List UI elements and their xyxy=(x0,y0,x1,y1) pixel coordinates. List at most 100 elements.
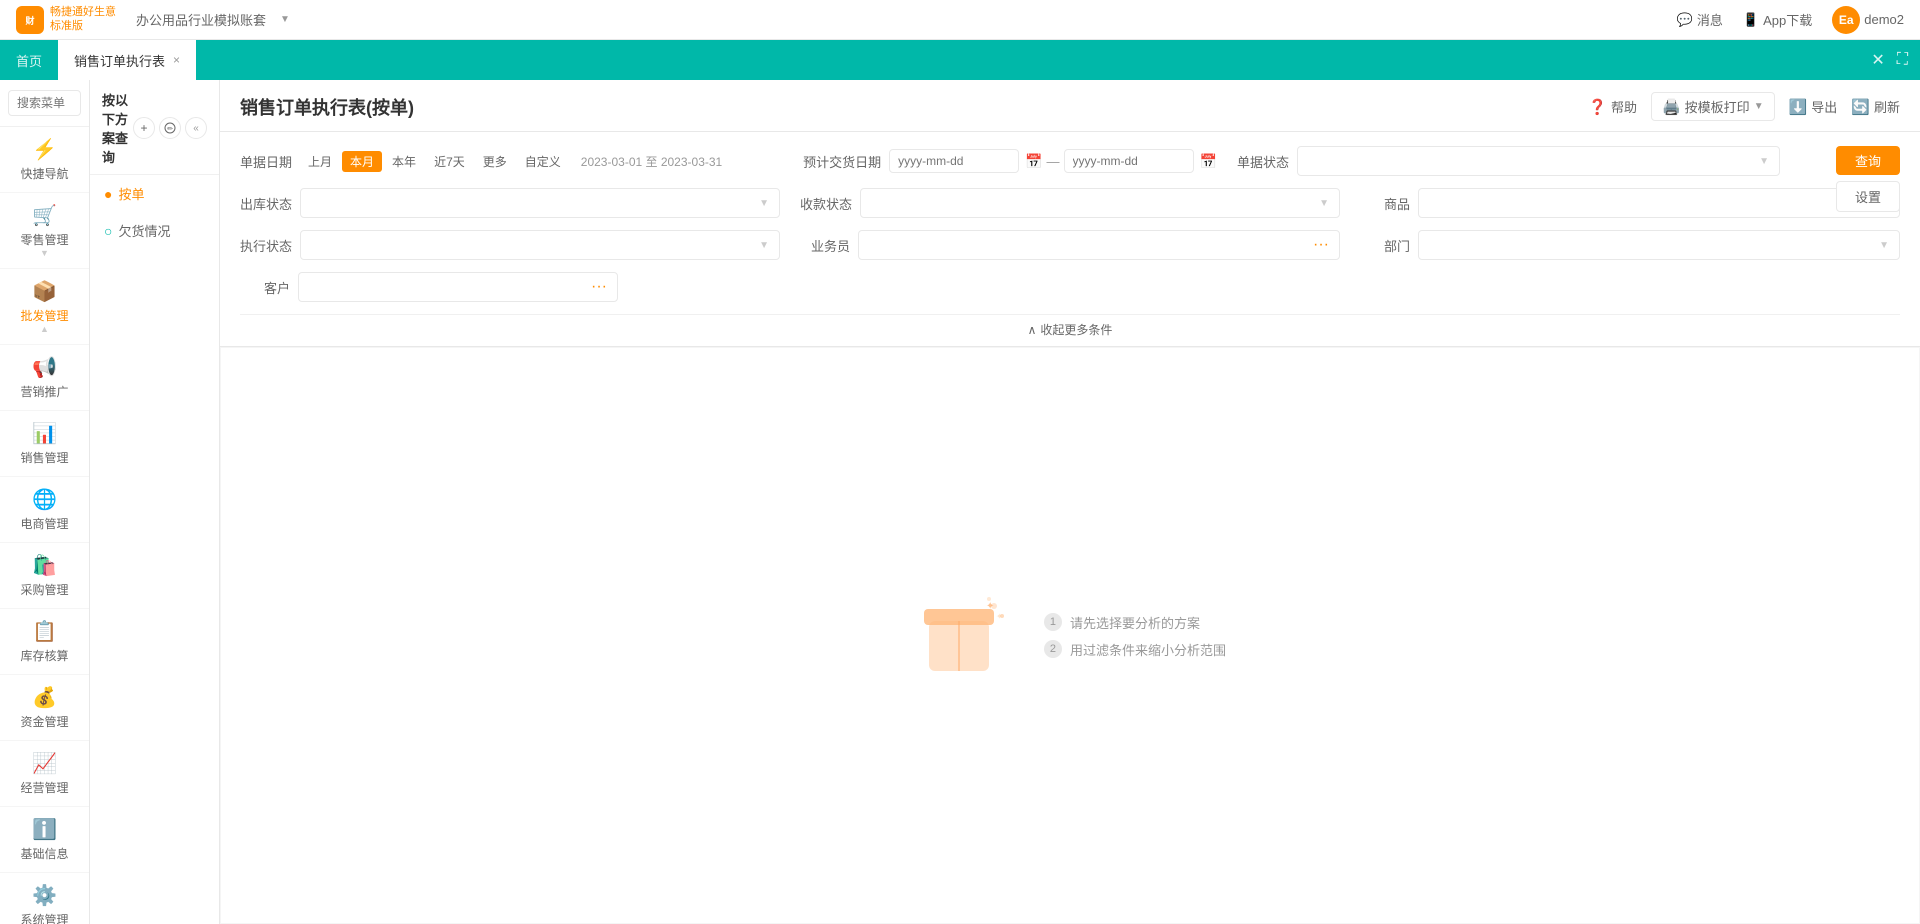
date-label: 单据日期 xyxy=(240,152,292,171)
funds-icon: 💰 xyxy=(32,685,57,710)
department-select[interactable]: ▼ xyxy=(1418,230,1900,260)
sidebar-item-system[interactable]: ⚙️ 系统管理 xyxy=(0,873,89,924)
window-close-btn[interactable]: ✕ xyxy=(1871,50,1884,70)
window-expand-btn[interactable]: ⛶ xyxy=(1897,51,1908,69)
goods-input[interactable]: ··· xyxy=(1418,188,1900,218)
sidebar-item-inventory[interactable]: 📋 库存核算 xyxy=(0,609,89,675)
refresh-btn[interactable]: 🔄 刷新 xyxy=(1851,97,1900,116)
help-btn[interactable]: ❓ 帮助 xyxy=(1588,97,1637,116)
doc-status-select[interactable]: ▼ xyxy=(1297,146,1780,176)
header-left: 财 畅捷通好生意 标准版 办公用品行业模拟账套 ▼ xyxy=(16,6,290,34)
marketing-icon: 📢 xyxy=(32,355,57,380)
collection-select[interactable]: ▼ xyxy=(860,188,1340,218)
empty-tip-1: 1 请先选择要分析的方案 xyxy=(1044,613,1226,632)
top-header: 财 畅捷通好生意 标准版 办公用品行业模拟账套 ▼ 💬 消息 📱 App下载 E… xyxy=(0,0,1920,40)
execution-select[interactable]: ▼ xyxy=(300,230,780,260)
sidebar-item-quick-nav[interactable]: ⚡ 快捷导航 xyxy=(0,127,89,193)
tab-close-btn[interactable]: × xyxy=(173,53,180,67)
shortage-icon: ○ xyxy=(104,223,112,239)
sub-edit-btn[interactable]: ✏ xyxy=(159,117,181,139)
sub-nav-item-shortage[interactable]: ○ 欠货情况 xyxy=(90,212,219,249)
doc-status-label: 单据状态 xyxy=(1237,152,1289,171)
collapse-bar[interactable]: ∧ 收起更多条件 xyxy=(240,314,1900,346)
sidebar-item-wholesale[interactable]: 📦 批发管理 ▲ xyxy=(0,269,89,345)
date-tab-last-month[interactable]: 上月 xyxy=(300,151,340,172)
user-menu[interactable]: Ea demo2 xyxy=(1832,6,1904,34)
sidebar-label-basic-info: 基础信息 xyxy=(20,845,68,862)
customer-input[interactable]: ··· xyxy=(298,272,618,302)
execution-field: 执行状态 ▼ xyxy=(240,230,780,260)
app-title: 办公用品行业模拟账套 xyxy=(136,10,266,29)
date-filter-group: 上月 本月 本年 近7天 更多 自定义 2023-03-01 至 2023-03… xyxy=(300,151,783,172)
date-tab-last-7-days[interactable]: 近7天 xyxy=(426,151,473,172)
execution-control: ▼ xyxy=(300,230,780,260)
retail-arrow-icon: ▼ xyxy=(40,248,49,258)
empty-content: ✦ ✦ 1 请先选择要分析的方案 2 用过滤条件来缩小分析范围 xyxy=(914,591,1226,681)
logo-text: 畅捷通好生意 标准版 xyxy=(50,6,116,32)
date-tab-custom[interactable]: 自定义 xyxy=(517,151,569,172)
sidebar-item-purchase[interactable]: 🛍️ 采购管理 xyxy=(0,543,89,609)
app-download-btn[interactable]: 📱 App下载 xyxy=(1743,10,1812,29)
search-menu-input[interactable] xyxy=(8,90,81,116)
sidebar-item-operations[interactable]: 📈 经营管理 xyxy=(0,741,89,807)
collapse-icon: ∧ xyxy=(1028,323,1037,337)
forecast-end-cal-icon[interactable]: 📅 xyxy=(1200,153,1217,170)
export-btn[interactable]: ⬇️ 导出 xyxy=(1789,97,1838,116)
right-panel: 销售订单执行表(按单) ❓ 帮助 🖨️ 按模板打印 ▼ ⬇️ 导出 🔄 刷新 xyxy=(220,80,1920,924)
execution-label: 执行状态 xyxy=(240,236,292,255)
date-tab-more[interactable]: 更多 xyxy=(475,151,515,172)
inventory-icon: 📋 xyxy=(32,619,57,644)
forecast-date-label: 预计交货日期 xyxy=(803,152,881,171)
department-arrow: ▼ xyxy=(1879,240,1889,251)
svg-text:✦: ✦ xyxy=(996,612,1003,621)
filter-row-2: 出库状态 ▼ 收款状态 ▼ xyxy=(240,188,1900,218)
sidebar-item-basic-info[interactable]: ℹ️ 基础信息 xyxy=(0,807,89,873)
ecommerce-icon: 🌐 xyxy=(32,487,57,512)
sidebar-label-marketing: 营销推广 xyxy=(20,383,68,400)
avatar: Ea xyxy=(1832,6,1860,34)
query-btn[interactable]: 查询 xyxy=(1836,146,1900,175)
sub-add-btn[interactable]: + xyxy=(133,117,155,139)
sidebar-label-operations: 经营管理 xyxy=(20,779,68,796)
forecast-start-date[interactable] xyxy=(889,149,1019,173)
message-icon: 💬 xyxy=(1677,12,1693,28)
sidebar-item-funds[interactable]: 💰 资金管理 xyxy=(0,675,89,741)
svg-text:✏: ✏ xyxy=(167,126,173,133)
search-menu-item[interactable] xyxy=(0,80,89,127)
refresh-icon: 🔄 xyxy=(1851,98,1870,116)
tab-sales-execution[interactable]: 销售订单执行表 × xyxy=(58,40,196,80)
date-tab-this-year[interactable]: 本年 xyxy=(384,151,424,172)
sub-collapse-btn[interactable]: « xyxy=(185,117,207,139)
filter-row-1: 单据日期 上月 本月 本年 近7天 更多 自定义 2023-03-01 至 20… xyxy=(240,146,1900,176)
empty-state-area: ✦ ✦ 1 请先选择要分析的方案 2 用过滤条件来缩小分析范围 xyxy=(221,348,1919,923)
purchase-icon: 🛍️ xyxy=(32,553,57,578)
operations-icon: 📈 xyxy=(32,751,57,776)
filter-row-4: 客户 ··· xyxy=(240,272,1900,302)
quick-nav-icon: ⚡ xyxy=(32,137,57,162)
settings-btn[interactable]: 设置 xyxy=(1836,181,1900,212)
forecast-start-cal-icon[interactable]: 📅 xyxy=(1025,153,1042,170)
sidebar-item-retail[interactable]: 🛒 零售管理 ▼ xyxy=(0,193,89,269)
salesperson-dots[interactable]: ··· xyxy=(1313,236,1329,254)
customer-dots[interactable]: ··· xyxy=(591,278,607,296)
delivery-select[interactable]: ▼ xyxy=(300,188,780,218)
forecast-date-inputs: 📅 — 📅 xyxy=(889,149,1217,173)
message-btn[interactable]: 💬 消息 xyxy=(1677,10,1723,29)
app-title-dropdown-arrow[interactable]: ▼ xyxy=(280,14,290,25)
date-tab-this-month[interactable]: 本月 xyxy=(342,151,382,172)
salesperson-label: 业务员 xyxy=(800,236,850,255)
export-icon: ⬇️ xyxy=(1789,98,1808,116)
goods-field: 商品 ··· xyxy=(1360,188,1900,218)
forecast-end-date[interactable] xyxy=(1064,149,1194,173)
department-control: ▼ xyxy=(1418,230,1900,260)
sidebar-item-sales[interactable]: 📊 销售管理 xyxy=(0,411,89,477)
date-tabs: 上月 本月 本年 近7天 更多 自定义 xyxy=(300,151,569,172)
main-sidebar: ⚡ 快捷导航 🛒 零售管理 ▼ 📦 批发管理 ▲ 📢 营销推广 📊 销售管理 🌐… xyxy=(0,80,90,924)
sidebar-item-ecommerce[interactable]: 🌐 电商管理 xyxy=(0,477,89,543)
salesperson-input[interactable]: ··· xyxy=(858,230,1340,260)
tab-home[interactable]: 首页 xyxy=(0,40,58,80)
print-btn[interactable]: 🖨️ 按模板打印 ▼ xyxy=(1651,92,1775,121)
page-top-actions: ❓ 帮助 🖨️ 按模板打印 ▼ ⬇️ 导出 🔄 刷新 xyxy=(1588,92,1900,121)
sidebar-item-marketing[interactable]: 📢 营销推广 xyxy=(0,345,89,411)
sub-nav-item-by-order[interactable]: ● 按单 xyxy=(90,175,219,212)
